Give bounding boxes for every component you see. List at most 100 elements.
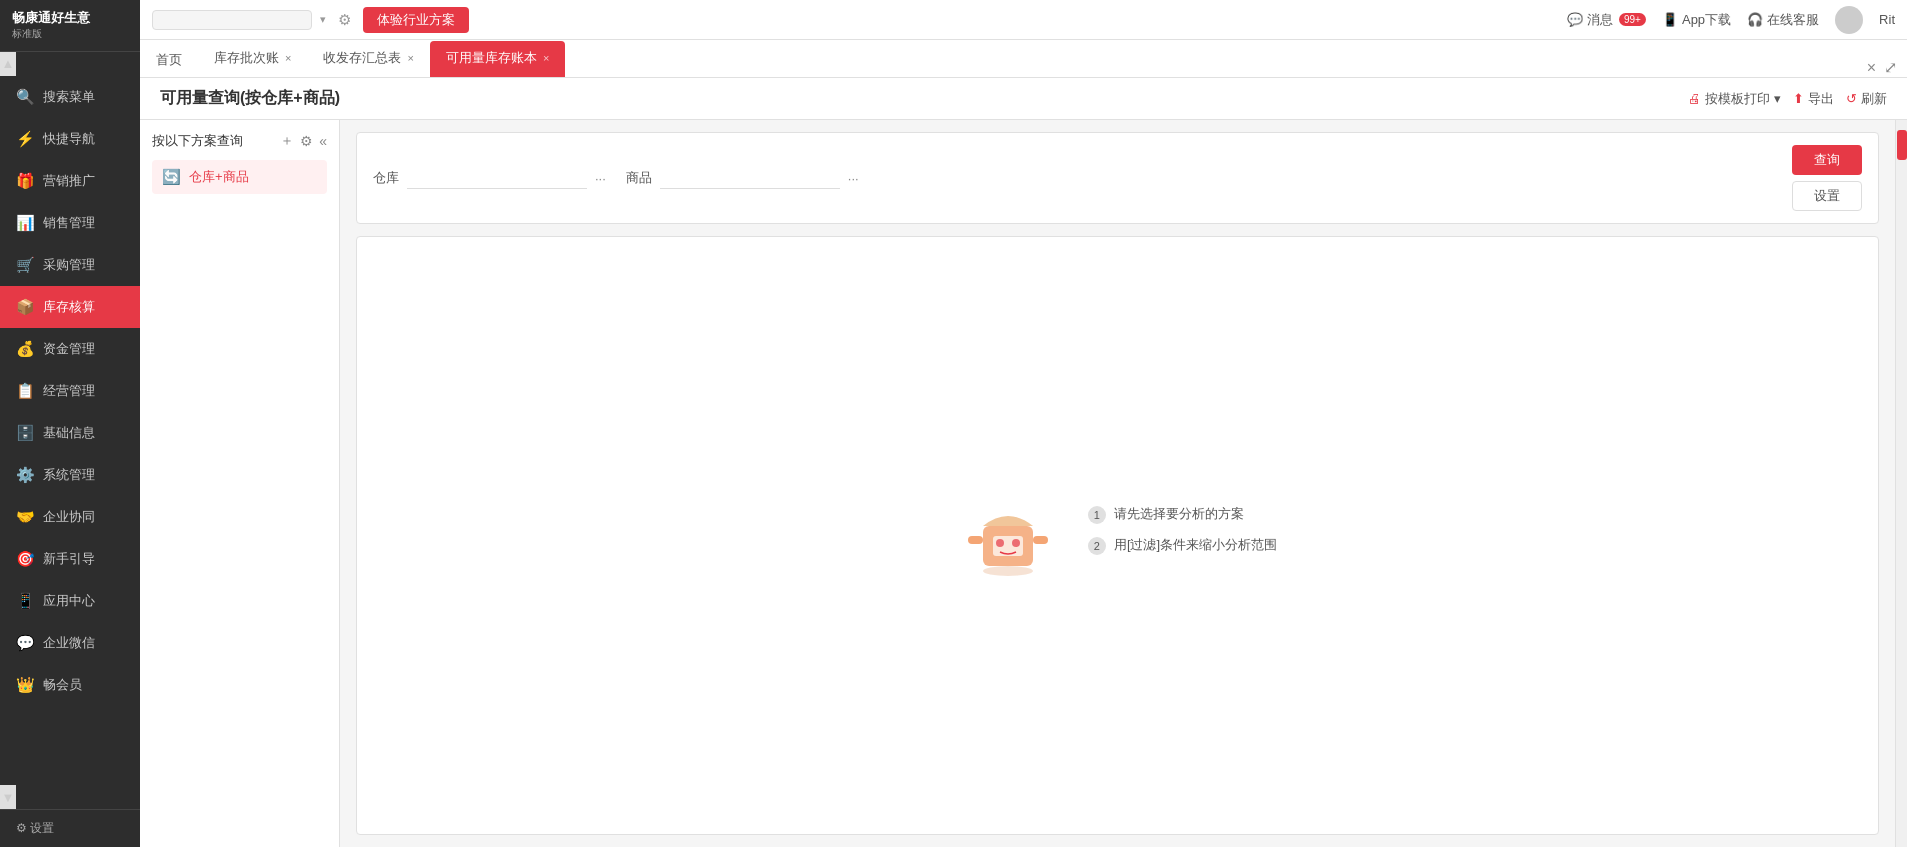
sidebar-scroll: 🔍搜索菜单⚡快捷导航🎁营销推广📊销售管理🛒采购管理 📦 库存核算 💰资金管理📋经营管理… — [0, 76, 140, 785]
empty-tip-1: 1 请先选择要分析的方案 — [1088, 505, 1277, 524]
quick-nav-icon: ⚡ — [16, 130, 35, 148]
filter-item-warehouse-goods[interactable]: 🔄 仓库+商品 — [152, 160, 327, 194]
empty-state: 1 请先选择要分析的方案 2 用[过滤]条件来缩小分析范围 — [356, 236, 1879, 835]
goods-more-icon[interactable]: ··· — [848, 171, 859, 186]
newbie-icon: 🎯 — [16, 550, 35, 568]
dropdown-icon[interactable]: ▾ — [320, 13, 326, 26]
sidebar-item-member[interactable]: 👑畅会员 — [0, 664, 140, 706]
tab-available-stock-close[interactable]: × — [543, 52, 549, 64]
page-title: 可用量查询(按仓库+商品) — [160, 88, 340, 109]
topbar-right: 💬 消息 99+ 📱 App下载 🎧 在线客服 Rit — [1567, 6, 1895, 34]
collapse-filter-button[interactable]: « — [319, 132, 327, 150]
sidebar-item-wechat[interactable]: 💬企业微信 — [0, 622, 140, 664]
app-version: 标准版 — [12, 27, 128, 41]
gear-icon[interactable]: ⚙ — [338, 11, 351, 29]
warehouse-goods-icon: 🔄 — [162, 168, 181, 186]
goods-input[interactable] — [660, 167, 840, 189]
sidebar-item-inventory[interactable]: 📦 库存核算 — [0, 286, 140, 328]
sidebar-bottom[interactable]: ⚙ 设置 — [0, 809, 140, 847]
scroll-thumb[interactable] — [1897, 130, 1907, 160]
warehouse-input[interactable] — [407, 167, 587, 189]
tabs-right-controls: × ⤢ — [1857, 58, 1907, 77]
wechat-icon: 💬 — [16, 634, 35, 652]
sidebar-item-quick-nav[interactable]: ⚡快捷导航 — [0, 118, 140, 160]
refresh-button[interactable]: ↺ 刷新 — [1846, 90, 1887, 108]
filter-panel-title: 按以下方案查询 — [152, 132, 243, 150]
sidebar-item-newbie[interactable]: 🎯新手引导 — [0, 538, 140, 580]
sidebar-label-enterprise: 企业协同 — [43, 508, 95, 526]
tab-collect-summary-label: 收发存汇总表 — [323, 49, 401, 67]
sidebar-item-sales[interactable]: 📊销售管理 — [0, 202, 140, 244]
sidebar-label-inventory: 库存核算 — [43, 298, 95, 316]
marketing-icon: 🎁 — [16, 172, 35, 190]
tab-batch-account-close[interactable]: × — [285, 52, 291, 64]
page-header-actions: 🖨 按模板打印 ▾ ⬆ 导出 ↺ 刷新 — [1688, 90, 1887, 108]
online-service-item[interactable]: 🎧 在线客服 — [1747, 11, 1819, 29]
tab-available-stock[interactable]: 可用量库存账本 × — [430, 41, 565, 77]
finance-icon: 💰 — [16, 340, 35, 358]
app-download-item[interactable]: 📱 App下载 — [1662, 11, 1731, 29]
print-button[interactable]: 🖨 按模板打印 ▾ — [1688, 90, 1781, 108]
sidebar-item-search[interactable]: 🔍搜索菜单 — [0, 76, 140, 118]
filter-panel: 按以下方案查询 ＋ ⚙ « 🔄 仓库+商品 — [140, 120, 340, 847]
sidebar-item-finance[interactable]: 💰资金管理 — [0, 328, 140, 370]
tab-collect-summary[interactable]: 收发存汇总表 × — [307, 41, 429, 77]
filter-item-warehouse-goods-label: 仓库+商品 — [189, 168, 249, 186]
right-scrollbar — [1895, 120, 1907, 847]
operations-icon: 📋 — [16, 382, 35, 400]
notifications-item[interactable]: 💬 消息 99+ — [1567, 11, 1646, 29]
warehouse-more-icon[interactable]: ··· — [595, 171, 606, 186]
search-input[interactable] — [161, 13, 281, 27]
app-center-icon: 📱 — [16, 592, 35, 610]
settings-filter-button[interactable]: ⚙ — [300, 132, 313, 150]
close-tab-button[interactable]: × — [1867, 59, 1876, 77]
sidebar-label-system: 系统管理 — [43, 466, 95, 484]
sidebar-scroll-down[interactable]: ▼ — [0, 785, 16, 809]
sidebar-scroll-up[interactable]: ▲ — [0, 52, 16, 76]
svg-rect-5 — [1033, 536, 1048, 544]
trial-button[interactable]: 体验行业方案 — [363, 7, 469, 33]
sidebar-item-marketing[interactable]: 🎁营销推广 — [0, 160, 140, 202]
tip-num-2: 2 — [1088, 537, 1106, 555]
sidebar-label-sales: 销售管理 — [43, 214, 95, 232]
system-icon: ⚙️ — [16, 466, 35, 484]
settings-button[interactable]: 设置 — [1792, 181, 1862, 211]
svg-point-3 — [1012, 539, 1020, 547]
online-service-label: 在线客服 — [1767, 11, 1819, 29]
print-dropdown-icon[interactable]: ▾ — [1774, 91, 1781, 106]
notification-count: 99+ — [1619, 13, 1646, 26]
warehouse-field: 仓库 ··· — [373, 167, 606, 189]
tab-home[interactable]: 首页 — [140, 43, 198, 77]
sidebar-item-app-center[interactable]: 📱 应用中心 — [0, 580, 140, 622]
user-avatar[interactable] — [1835, 6, 1863, 34]
notifications-label: 消息 — [1587, 11, 1613, 29]
tabs-bar: 首页 库存批次账 × 收发存汇总表 × 可用量库存账本 × × ⤢ — [140, 40, 1907, 78]
sidebar-label-basic-info: 基础信息 — [43, 424, 95, 442]
query-button[interactable]: 查询 — [1792, 145, 1862, 175]
tip-num-1: 1 — [1088, 506, 1106, 524]
sidebar-item-enterprise[interactable]: 🤝 企业协同 — [0, 496, 140, 538]
sidebar-item-purchase[interactable]: 🛒采购管理 — [0, 244, 140, 286]
scroll-track[interactable] — [1896, 120, 1907, 847]
expand-tab-button[interactable]: ⤢ — [1884, 58, 1897, 77]
sidebar-item-system[interactable]: ⚙️ 系统管理 — [0, 454, 140, 496]
inventory-icon: 📦 — [16, 298, 35, 316]
export-label: 导出 — [1808, 90, 1834, 108]
search-icon: 🔍 — [16, 88, 35, 106]
sidebar-item-operations[interactable]: 📋经营管理 — [0, 370, 140, 412]
query-area: 仓库 ··· 商品 ··· 查询 设置 — [340, 120, 1895, 847]
enterprise-icon: 🤝 — [16, 508, 35, 526]
print-label: 按模板打印 — [1705, 90, 1770, 108]
sidebar-label-app-center: 应用中心 — [43, 592, 95, 610]
topbar: ▾ ⚙ 体验行业方案 💬 消息 99+ 📱 App下载 🎧 在线客服 Rit — [140, 0, 1907, 40]
export-icon: ⬆ — [1793, 91, 1804, 106]
basic-info-icon: 🗄️ — [16, 424, 35, 442]
tab-collect-summary-close[interactable]: × — [407, 52, 413, 64]
tab-batch-account[interactable]: 库存批次账 × — [198, 41, 307, 77]
sidebar-logo: 畅康通好生意 标准版 — [0, 0, 140, 52]
export-button[interactable]: ⬆ 导出 — [1793, 90, 1834, 108]
sidebar-item-basic-info[interactable]: 🗄️ 基础信息 — [0, 412, 140, 454]
goods-label: 商品 — [626, 169, 652, 187]
purchase-icon: 🛒 — [16, 256, 35, 274]
add-filter-button[interactable]: ＋ — [280, 132, 294, 150]
